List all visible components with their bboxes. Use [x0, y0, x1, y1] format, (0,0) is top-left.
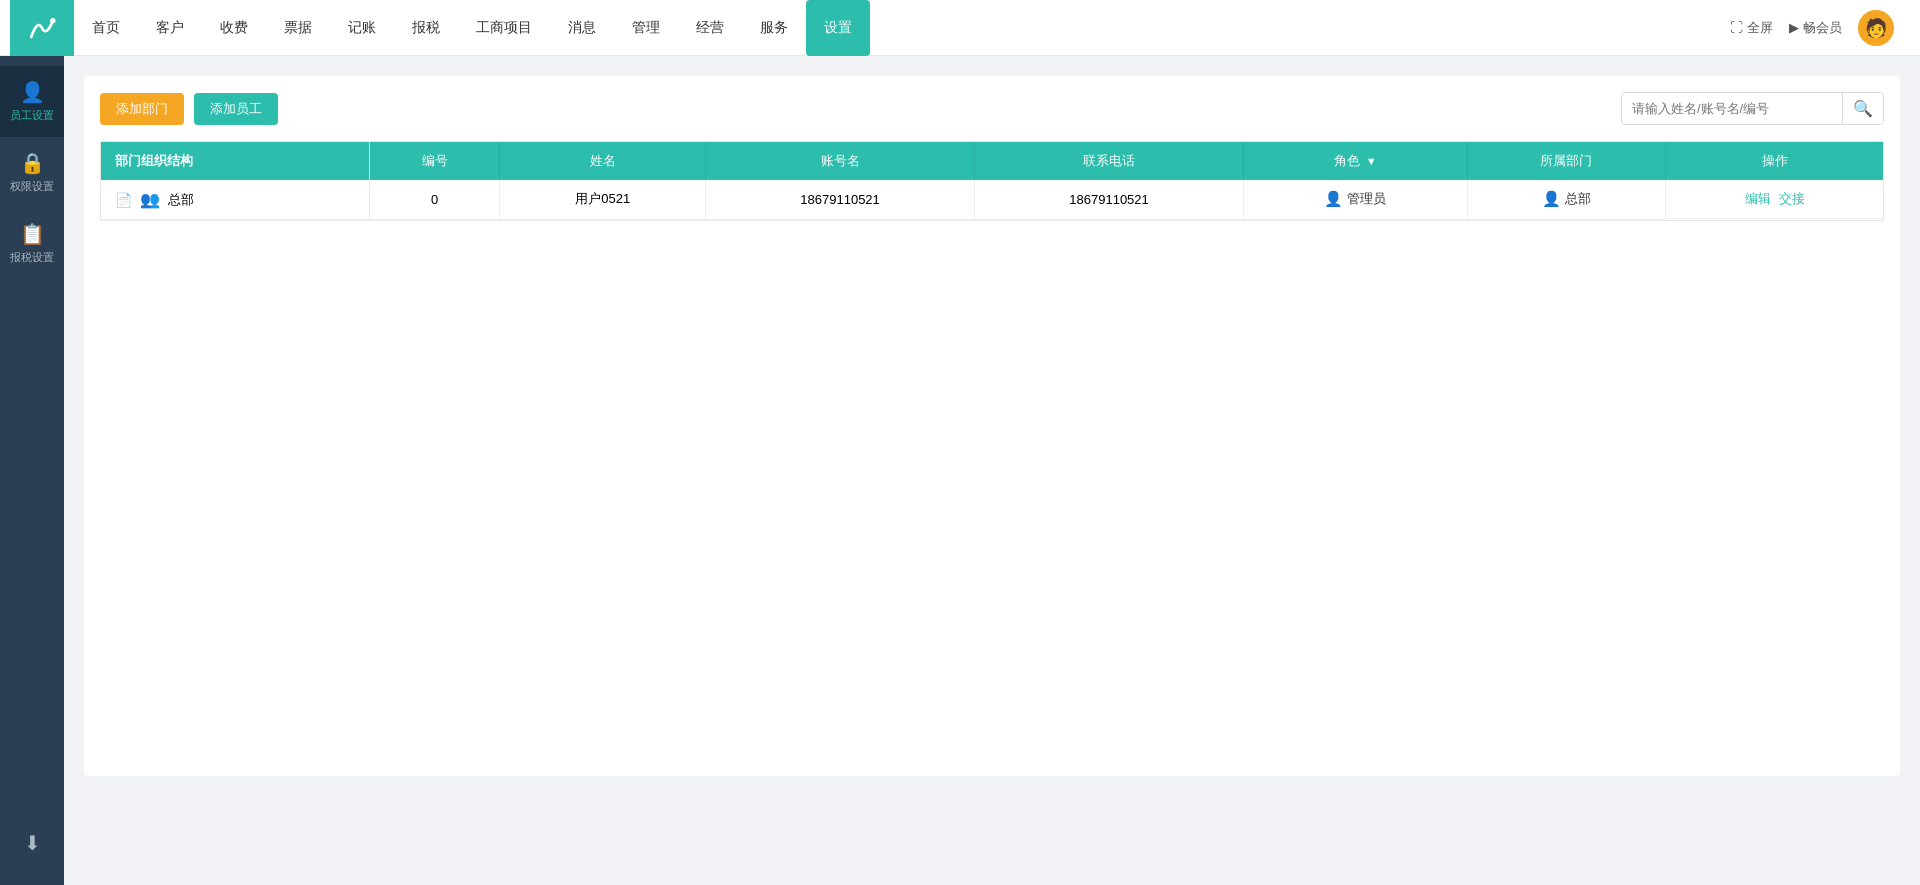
sidebar-item-permission[interactable]: 🔒 权限设置 — [0, 137, 64, 208]
two-col-layout: 部门组织结构 📄 👥 总部 编号 姓名 账号名 联系电话 — [100, 141, 1884, 221]
toolbar: 添加部门 添加员工 🔍 — [100, 92, 1884, 125]
dept-icon: 👤 — [1542, 190, 1561, 208]
nav-item-票据[interactable]: 票据 — [266, 0, 330, 56]
table-panel: 编号 姓名 账号名 联系电话 角色 ▼ 所属部门 操作 0用户052118679… — [370, 141, 1884, 221]
table-row: 0用户05211867911052118679110521👤管理员👤总部编辑 交… — [370, 180, 1883, 219]
employee-icon: 👤 — [20, 80, 45, 104]
tree-item-root-label: 总部 — [168, 191, 194, 209]
nav-item-服务[interactable]: 服务 — [742, 0, 806, 56]
sidebar-item-employee-label: 员工设置 — [10, 108, 54, 123]
tree-header: 部门组织结构 — [101, 142, 369, 180]
filter-icon: ▼ — [1366, 155, 1377, 167]
col-name: 姓名 — [500, 142, 706, 180]
member-button[interactable]: ▶ 畅会员 — [1789, 19, 1842, 37]
fullscreen-icon: ⛶ — [1730, 20, 1743, 35]
avatar-icon: 🧑 — [1865, 17, 1887, 39]
svg-point-0 — [50, 18, 55, 23]
col-id: 编号 — [370, 142, 500, 180]
file-icon: 📄 — [115, 192, 132, 208]
sidebar-item-permission-label: 权限设置 — [10, 179, 54, 194]
sidebar: 👤 员工设置 🔒 权限设置 📋 报税设置 ⬇ — [0, 56, 64, 885]
tree-item-root[interactable]: 📄 👥 总部 — [101, 180, 369, 220]
employee-table: 编号 姓名 账号名 联系电话 角色 ▼ 所属部门 操作 0用户052118679… — [370, 142, 1883, 220]
top-navigation: 首页客户收费票据记账报税工商项目消息管理经营服务设置 ⛶ 全屏 ▶ 畅会员 🧑 — [0, 0, 1920, 56]
nav-item-记账[interactable]: 记账 — [330, 0, 394, 56]
cell-phone: 18679110521 — [975, 180, 1244, 219]
table-header-row: 编号 姓名 账号名 联系电话 角色 ▼ 所属部门 操作 — [370, 142, 1883, 180]
col-dept: 所属部门 — [1467, 142, 1665, 180]
nav-item-经营[interactable]: 经营 — [678, 0, 742, 56]
nav-item-收费[interactable]: 收费 — [202, 0, 266, 56]
nav-item-首页[interactable]: 首页 — [74, 0, 138, 56]
search-button[interactable]: 🔍 — [1842, 93, 1883, 124]
fullscreen-button[interactable]: ⛶ 全屏 — [1730, 19, 1773, 37]
nav-item-管理[interactable]: 管理 — [614, 0, 678, 56]
add-dept-button[interactable]: 添加部门 — [100, 93, 184, 125]
member-label: 畅会员 — [1803, 19, 1842, 37]
nav-item-工商项目[interactable]: 工商项目 — [458, 0, 550, 56]
main-content: 添加部门 添加员工 🔍 部门组织结构 📄 👥 总部 — [64, 56, 1920, 885]
role-badge: 👤管理员 — [1324, 190, 1386, 208]
cell-id: 0 — [370, 180, 500, 219]
avatar[interactable]: 🧑 — [1858, 10, 1894, 46]
col-role[interactable]: 角色 ▼ — [1244, 142, 1468, 180]
cell-account: 18679110521 — [706, 180, 975, 219]
nav-items: 首页客户收费票据记账报税工商项目消息管理经营服务设置 — [74, 0, 1730, 56]
user-group-icon: 👥 — [140, 190, 160, 209]
logo[interactable] — [10, 0, 74, 56]
search-input[interactable] — [1622, 95, 1842, 122]
tax-icon: 📋 — [20, 222, 45, 246]
dept-badge: 👤总部 — [1542, 190, 1591, 208]
download-icon: ⬇ — [24, 831, 41, 855]
nav-item-消息[interactable]: 消息 — [550, 0, 614, 56]
sidebar-item-tax-label: 报税设置 — [10, 250, 54, 265]
tree-panel: 部门组织结构 📄 👥 总部 — [100, 141, 370, 221]
nav-item-客户[interactable]: 客户 — [138, 0, 202, 56]
col-phone: 联系电话 — [975, 142, 1244, 180]
cell-role: 👤管理员 — [1244, 180, 1468, 219]
video-icon: ▶ — [1789, 20, 1799, 35]
nav-right: ⛶ 全屏 ▶ 畅会员 🧑 — [1730, 10, 1910, 46]
action-编辑[interactable]: 编辑 — [1745, 190, 1771, 208]
nav-item-报税[interactable]: 报税 — [394, 0, 458, 56]
cell-dept: 👤总部 — [1467, 180, 1665, 219]
cell-actions: 编辑 交接 — [1666, 180, 1883, 219]
sidebar-bottom-item[interactable]: ⬇ — [20, 817, 45, 869]
sidebar-item-tax[interactable]: 📋 报税设置 — [0, 208, 64, 279]
nav-item-设置[interactable]: 设置 — [806, 0, 870, 56]
permission-icon: 🔒 — [20, 151, 45, 175]
search-bar: 🔍 — [1621, 92, 1884, 125]
fullscreen-label: 全屏 — [1747, 19, 1773, 37]
sidebar-item-employee[interactable]: 👤 员工设置 — [0, 66, 64, 137]
action-交接[interactable]: 交接 — [1779, 190, 1805, 208]
col-account: 账号名 — [706, 142, 975, 180]
content-area: 添加部门 添加员工 🔍 部门组织结构 📄 👥 总部 — [84, 76, 1900, 776]
cell-name: 用户0521 — [500, 180, 706, 219]
role-icon: 👤 — [1324, 190, 1343, 208]
add-emp-button[interactable]: 添加员工 — [194, 93, 278, 125]
col-action: 操作 — [1666, 142, 1884, 180]
